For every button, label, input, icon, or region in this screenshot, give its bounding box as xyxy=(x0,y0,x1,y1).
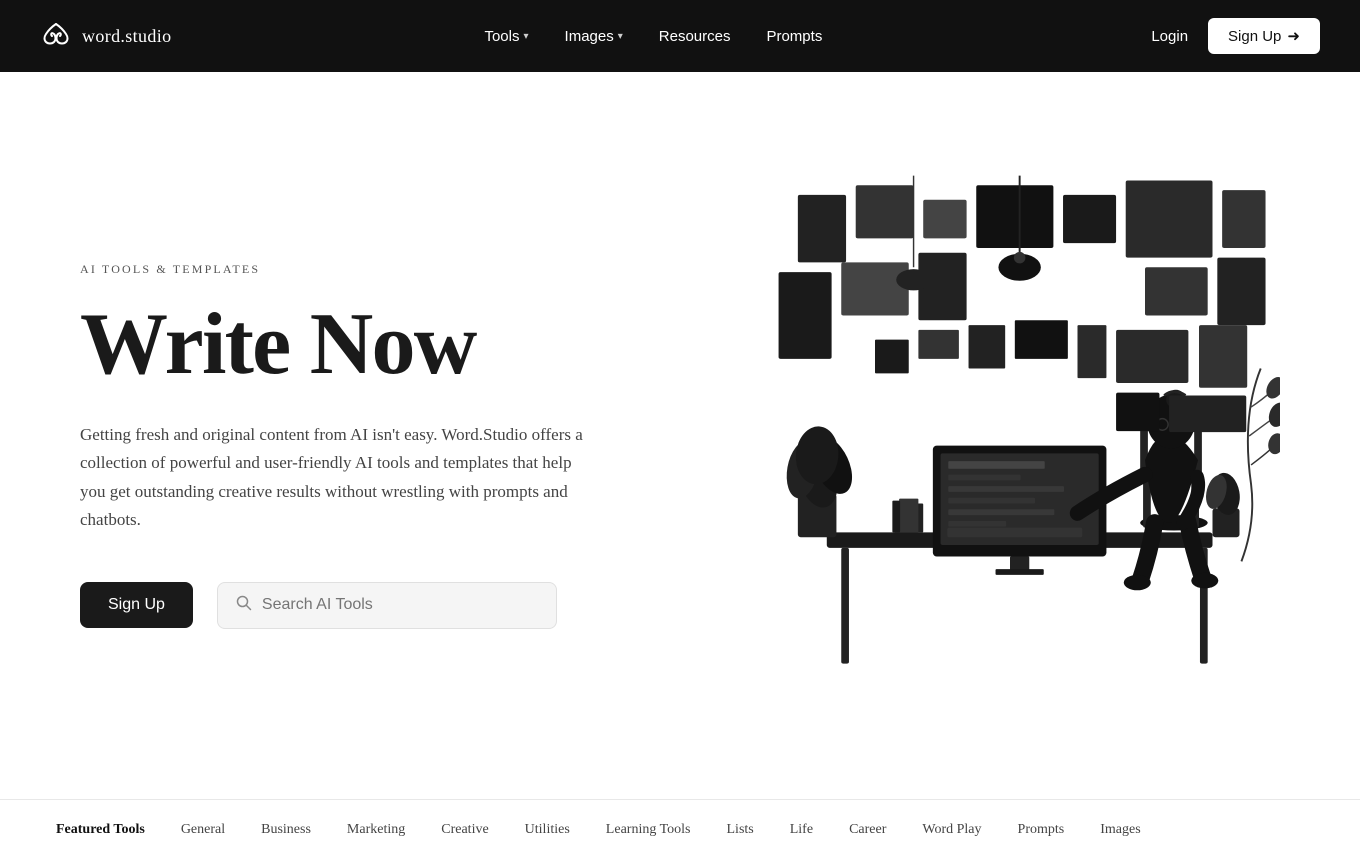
hero-eyebrow: AI TOOLS & TEMPLATES xyxy=(80,262,740,277)
tools-chevron-icon: ▾ xyxy=(524,31,529,42)
images-chevron-icon: ▾ xyxy=(618,31,623,42)
tab-learning-tools[interactable]: Learning Tools xyxy=(590,814,707,846)
signup-arrow-icon: ➜ xyxy=(1287,27,1300,45)
login-button[interactable]: Login xyxy=(1135,20,1204,53)
illustration-svg xyxy=(740,156,1280,716)
tab-business[interactable]: Business xyxy=(245,814,327,846)
tab-word-play[interactable]: Word Play xyxy=(906,814,997,846)
search-icon xyxy=(236,595,252,616)
tab-lists[interactable]: Lists xyxy=(711,814,770,846)
nav-prompts[interactable]: Prompts xyxy=(752,20,836,53)
hero-title: Write Now xyxy=(80,301,740,389)
hero-description: Getting fresh and original content from … xyxy=(80,421,600,533)
hero-actions: Sign Up xyxy=(80,582,740,629)
tab-images[interactable]: Images xyxy=(1084,814,1156,846)
navbar: word.studio Tools ▾ Images ▾ Resources P… xyxy=(0,0,1360,72)
tab-life[interactable]: Life xyxy=(774,814,829,846)
nav-images[interactable]: Images ▾ xyxy=(551,20,637,53)
signup-hero-button[interactable]: Sign Up xyxy=(80,582,193,628)
tab-general[interactable]: General xyxy=(165,814,241,846)
tab-career[interactable]: Career xyxy=(833,814,902,846)
tab-marketing[interactable]: Marketing xyxy=(331,814,421,846)
hero-illustration xyxy=(740,156,1280,716)
category-tabs: Featured ToolsGeneralBusinessMarketingCr… xyxy=(0,799,1360,859)
search-bar[interactable] xyxy=(217,582,557,629)
tab-utilities[interactable]: Utilities xyxy=(509,814,586,846)
nav-links: Tools ▾ Images ▾ Resources Prompts xyxy=(470,20,836,53)
hero-section: AI TOOLS & TEMPLATES Write Now Getting f… xyxy=(0,72,1360,799)
search-input[interactable] xyxy=(262,596,538,614)
logo-text: word.studio xyxy=(82,26,171,47)
hero-content: AI TOOLS & TEMPLATES Write Now Getting f… xyxy=(80,242,740,628)
signup-nav-button[interactable]: Sign Up ➜ xyxy=(1208,18,1320,54)
nav-tools[interactable]: Tools ▾ xyxy=(470,20,542,53)
tab-featured-tools[interactable]: Featured Tools xyxy=(40,814,161,846)
tab-creative[interactable]: Creative xyxy=(425,814,504,846)
logo-icon xyxy=(40,20,72,52)
tab-prompts[interactable]: Prompts xyxy=(1002,814,1081,846)
logo[interactable]: word.studio xyxy=(40,20,171,52)
nav-actions: Login Sign Up ➜ xyxy=(1135,18,1320,54)
nav-resources[interactable]: Resources xyxy=(645,20,745,53)
